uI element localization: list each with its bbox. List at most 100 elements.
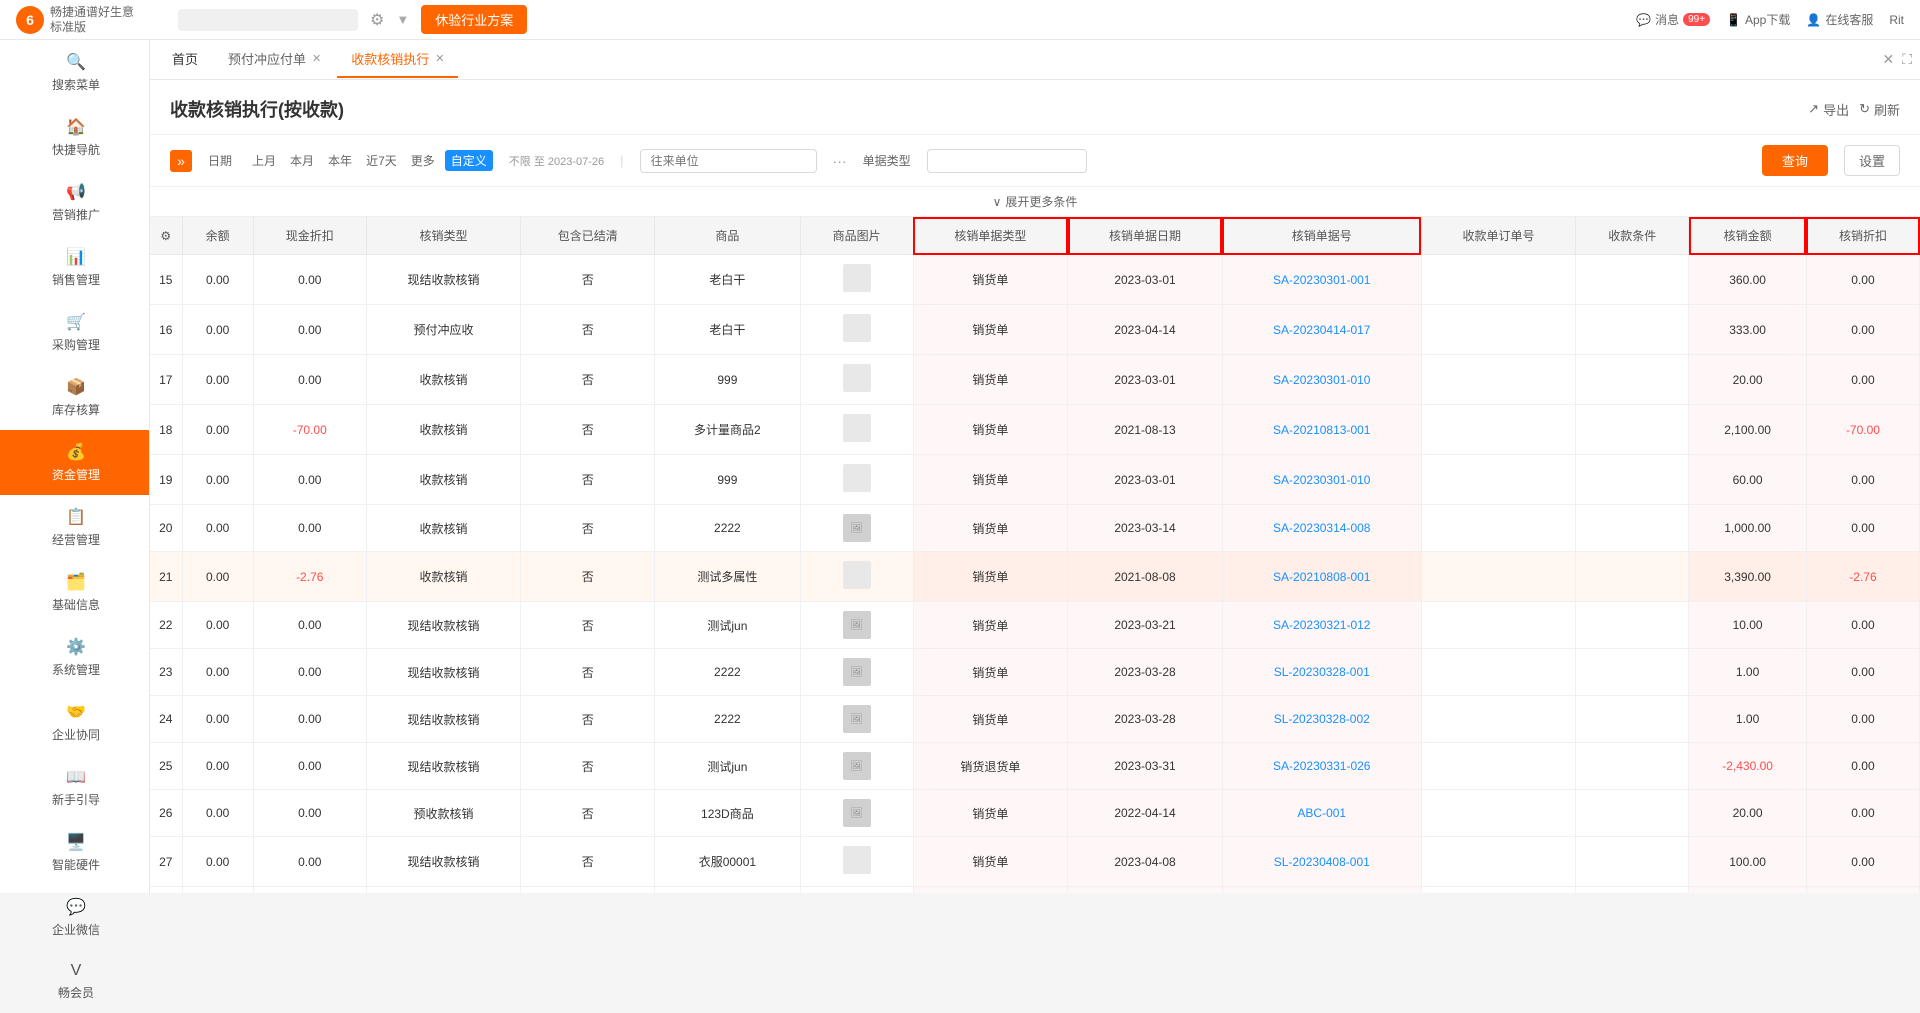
table-header: ⚙ 余额 现金折扣 核销类型 包含已结清 商品 商品图片 核销单据类型 核销单据…	[150, 217, 1920, 255]
sidebar-item-search[interactable]: 🔍 搜索菜单	[0, 40, 149, 105]
bill-no-link[interactable]: SL-20230328-002	[1274, 712, 1370, 726]
table-row: 160.000.00预付冲应收否老白干销货单2023-04-14SA-20230…	[150, 305, 1920, 355]
sidebar-item-basics[interactable]: 🗂️ 基础信息	[0, 560, 149, 625]
top-search-input[interactable]	[178, 9, 358, 31]
sidebar-item-operations[interactable]: 📋 经营管理	[0, 495, 149, 560]
home-icon: 🏠	[66, 117, 86, 137]
bill-no-link[interactable]: SA-20210808-001	[1273, 570, 1370, 584]
bill-no-link[interactable]: SA-20230301-010	[1273, 373, 1370, 387]
row-index: 21	[150, 552, 182, 602]
filter-from-unit[interactable]	[640, 149, 817, 173]
sidebar-item-label: 新手引导	[52, 791, 100, 808]
filter-more-date[interactable]: 更多	[407, 150, 439, 171]
page-title: 收款核销执行(按收款)	[170, 96, 344, 122]
filter-7days[interactable]: 近7天	[362, 150, 401, 171]
row-index: 17	[150, 355, 182, 405]
tab-collection[interactable]: 收款核销执行 ✕	[337, 42, 458, 78]
filter-custom-date[interactable]: 自定义	[445, 150, 493, 171]
filter-this-year[interactable]: 本年	[324, 150, 356, 171]
top-actions: 💬 消息 99+ 📱 App下载 👤 在线客服 Rit	[1636, 11, 1904, 28]
bill-no-link[interactable]: SL-20230408-001	[1274, 855, 1370, 869]
sidebar-item-hardware[interactable]: 🖥️ 智能硬件	[0, 820, 149, 885]
page-header-actions: ↗ 导出 ↻ 刷新	[1808, 100, 1900, 119]
top-bar: 6 畅捷通谱好生意 标准版 ⚙ ▼ 休验行业方案 💬 消息 99+ 📱 App下…	[0, 0, 1920, 40]
table-row: 170.000.00收款核销否999销货单2023-03-01SA-202303…	[150, 355, 1920, 405]
tab-prepay-close[interactable]: ✕	[312, 52, 321, 65]
goods-image-cell	[800, 255, 913, 305]
export-btn[interactable]: ↗ 导出	[1808, 100, 1849, 119]
table-row: 260.000.00预收款核销否123D商品🖼销货单2022-04-14ABC-…	[150, 790, 1920, 837]
row-index: 15	[150, 255, 182, 305]
tab-close-all-icon[interactable]: ✕	[1882, 51, 1894, 68]
filter-date-label: 日期	[208, 152, 232, 169]
message-btn[interactable]: 💬 消息 99+	[1636, 11, 1710, 28]
sidebar-item-guide[interactable]: 📖 新手引导	[0, 755, 149, 820]
bill-no-link[interactable]: SA-20230301-010	[1273, 473, 1370, 487]
export-icon: ↗	[1808, 101, 1819, 117]
sales-icon: 📊	[66, 247, 86, 267]
table-row: 250.000.00现结收款核销否测试jun🖼销货退货单2023-03-31SA…	[150, 743, 1920, 790]
table-row: 280.000.00现结收款核销否2222🖼销货单2023-04-18SL-20…	[150, 887, 1920, 894]
app-download-btn[interactable]: 📱 App下载	[1726, 11, 1790, 28]
filter-setting-btn[interactable]: 设置	[1844, 145, 1900, 176]
page: 收款核销执行(按收款) ↗ 导出 ↻ 刷新 »	[150, 80, 1920, 893]
filter-this-month[interactable]: 本月	[286, 150, 318, 171]
system-icon: ⚙️	[66, 637, 86, 657]
user-profile[interactable]: Rit	[1889, 13, 1904, 27]
bill-no-link[interactable]: SA-20230331-026	[1273, 759, 1370, 773]
filter-bill-type-select[interactable]	[927, 149, 1087, 173]
sidebar-item-wechat[interactable]: 💬 企业微信	[0, 885, 149, 950]
col-settings[interactable]: ⚙	[150, 217, 182, 255]
bill-no-link[interactable]: SL-20230328-001	[1274, 665, 1370, 679]
wechat-icon: 💬	[66, 897, 86, 917]
sidebar-item-marketing[interactable]: 📢 营销推广	[0, 170, 149, 235]
bill-no-link[interactable]: ABC-001	[1297, 806, 1346, 820]
sidebar-item-inventory[interactable]: 📦 库存核算	[0, 365, 149, 430]
filter-dots: ···	[833, 153, 847, 169]
tab-home[interactable]: 首页	[158, 42, 212, 78]
tab-collection-close[interactable]: ✕	[435, 52, 444, 65]
sidebar-item-system[interactable]: ⚙️ 系统管理	[0, 625, 149, 690]
refresh-btn[interactable]: ↻ 刷新	[1859, 100, 1900, 119]
sidebar-item-sales[interactable]: 📊 销售管理	[0, 235, 149, 300]
sidebar-item-purchase[interactable]: 🛒 采购管理	[0, 300, 149, 365]
tab-prepay[interactable]: 预付冲应付单 ✕	[214, 42, 335, 78]
expand-more-btn[interactable]: ∨ 展开更多条件	[993, 193, 1078, 210]
sidebar: 🔍 搜索菜单 🏠 快捷导航 📢 营销推广 📊 销售管理 🛒 采购管理 📦 库存核…	[0, 40, 150, 893]
goods-image-cell	[800, 552, 913, 602]
row-index: 24	[150, 696, 182, 743]
online-service-btn[interactable]: 👤 在线客服	[1806, 11, 1873, 28]
guide-icon: 📖	[66, 767, 86, 787]
bill-no-link[interactable]: SA-20210813-001	[1273, 423, 1370, 437]
col-verify-date: 核销单据日期	[1068, 217, 1223, 255]
table-row: 180.00-70.00收款核销否多计量商品2销货单2021-08-13SA-2…	[150, 405, 1920, 455]
search-icon: 🔍	[66, 52, 86, 72]
row-index: 26	[150, 790, 182, 837]
sidebar-item-finance[interactable]: 💰 资金管理	[0, 430, 149, 495]
tab-bar: 首页 预付冲应付单 ✕ 收款核销执行 ✕ ✕ ⛶	[150, 40, 1920, 80]
bill-no-link[interactable]: SA-20230301-001	[1273, 273, 1370, 287]
goods-image-cell	[800, 355, 913, 405]
col-goods-image: 商品图片	[800, 217, 913, 255]
sidebar-item-member[interactable]: V 畅会员	[0, 950, 149, 1013]
sidebar-item-collab[interactable]: 🤝 企业协同	[0, 690, 149, 755]
settings-icon[interactable]: ⚙	[370, 10, 384, 30]
bill-no-link[interactable]: SA-20230314-008	[1273, 521, 1370, 535]
filter-query-btn[interactable]: 查询	[1762, 145, 1828, 176]
filter-date-range: 不限 至 2023-07-26	[509, 153, 604, 169]
row-index: 27	[150, 837, 182, 887]
sidebar-item-quicknav[interactable]: 🏠 快捷导航	[0, 105, 149, 170]
tab-expand-icon[interactable]: ⛶	[1902, 51, 1912, 68]
tab-collection-label: 收款核销执行	[351, 49, 429, 68]
sidebar-item-label: 系统管理	[52, 661, 100, 678]
table-row: 150.000.00现结收款核销否老白干销货单2023-03-01SA-2023…	[150, 255, 1920, 305]
bill-no-link[interactable]: SA-20230414-017	[1273, 323, 1370, 337]
filter-expand-btn[interactable]: »	[170, 150, 192, 172]
industry-btn[interactable]: 休验行业方案	[421, 5, 527, 34]
sidebar-item-label: 企业微信	[52, 921, 100, 938]
filter-last-month[interactable]: 上月	[248, 150, 280, 171]
table-row: 200.000.00收款核销否2222🖼销货单2023-03-14SA-2023…	[150, 505, 1920, 552]
table-row: 240.000.00现结收款核销否2222🖼销货单2023-03-28SL-20…	[150, 696, 1920, 743]
bill-no-link[interactable]: SA-20230321-012	[1273, 618, 1370, 632]
row-index: 28	[150, 887, 182, 894]
